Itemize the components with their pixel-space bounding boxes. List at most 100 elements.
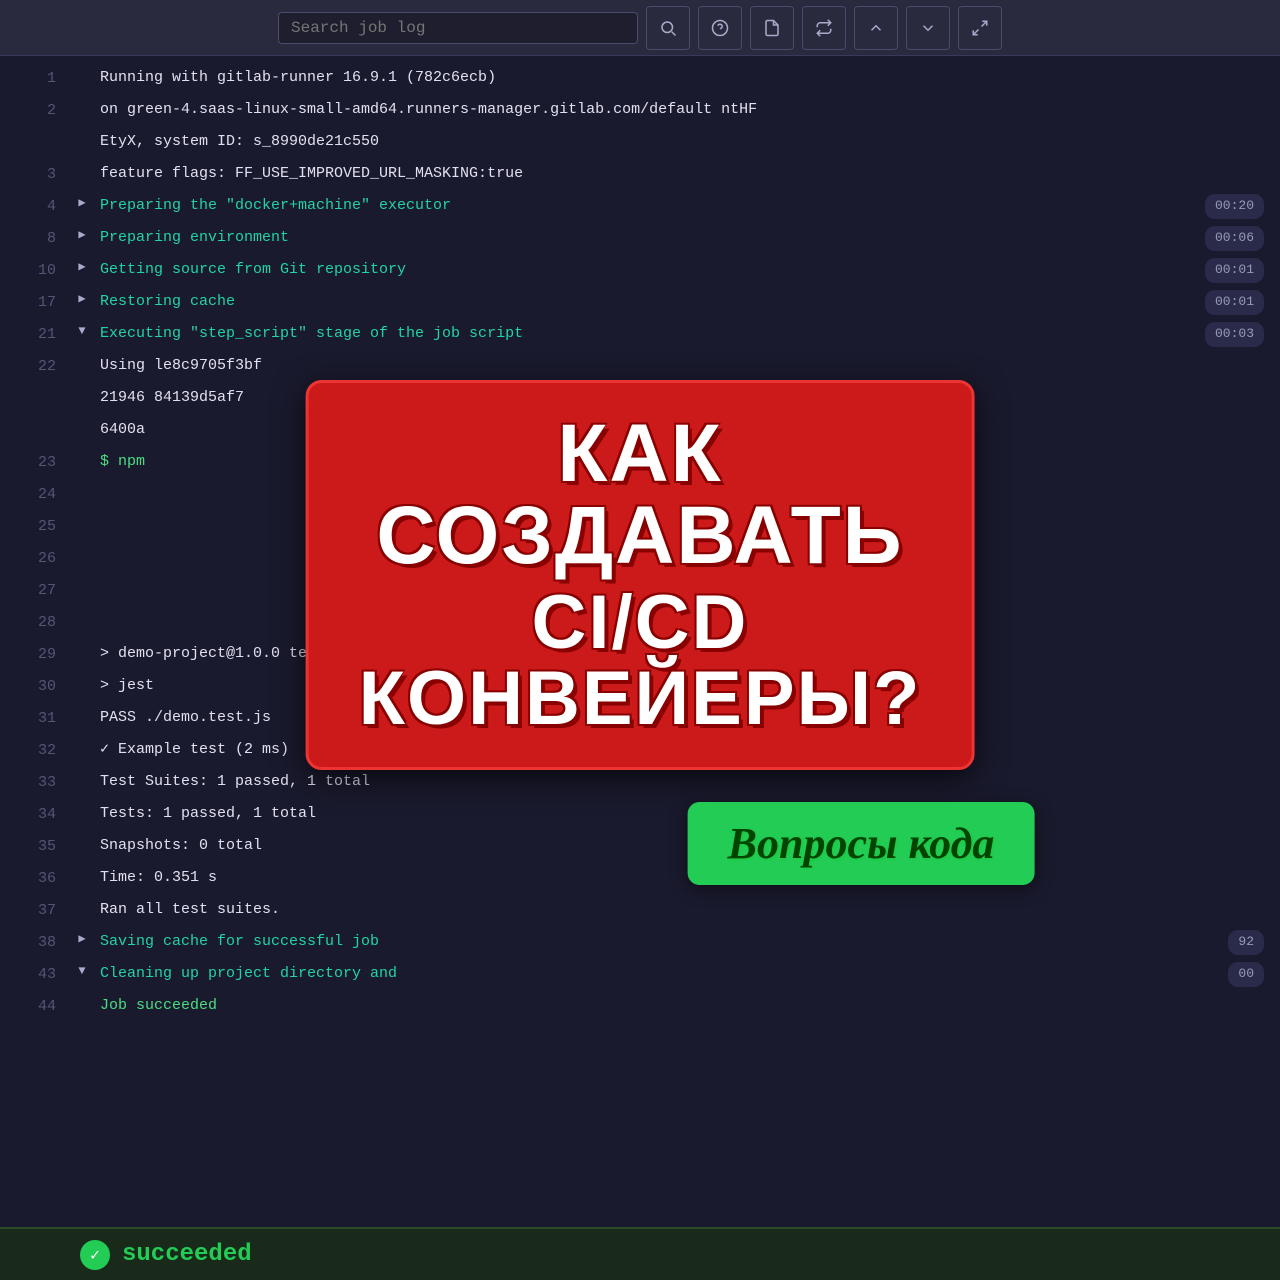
log-line: 8 ▶ Preparing environment 00:06 [0,224,1280,256]
line-number [16,418,56,419]
line-number: 32 [16,738,56,763]
log-line: EtyX, system ID: s_8990de21c550 [0,128,1280,160]
line-number: 29 [16,642,56,667]
search-button[interactable] [646,6,690,50]
log-content: Cleaning up project directory and [100,962,1228,986]
log-line: 21946 84139d5af7 [0,384,1280,416]
line-number: 25 [16,514,56,539]
line-number [16,130,56,131]
log-line: 26 [0,544,1280,576]
status-text: succeeded [122,1241,252,1268]
transfer-button[interactable] [802,6,846,50]
line-number: 8 [16,226,56,251]
line-number: 28 [16,610,56,635]
line-number: 37 [16,898,56,923]
duration-badge: 00 [1228,962,1264,987]
expand-icon[interactable]: ▶ [72,930,92,950]
log-line: 29 > demo-project@1.0.0 test [0,640,1280,672]
expand-icon[interactable]: ▶ [72,290,92,310]
scroll-down-button[interactable] [906,6,950,50]
document-button[interactable] [750,6,794,50]
status-bar: ✓ succeeded [0,1227,1280,1280]
line-number: 21 [16,322,56,347]
expand-icon[interactable]: ▼ [72,962,92,982]
line-number: 35 [16,834,56,859]
log-content: Test Suites: 1 passed, 1 total [100,770,1264,794]
duration-badge: 00:01 [1205,290,1264,315]
duration-badge: 00:01 [1205,258,1264,283]
line-number: 33 [16,770,56,795]
status-icon: ✓ [80,1240,110,1270]
log-content: Job succeeded [100,994,1264,1018]
line-number: 27 [16,578,56,603]
line-number: 3 [16,162,56,187]
log-content: PASS ./demo.test.js [100,706,1264,730]
log-line: 33 Test Suites: 1 passed, 1 total [0,768,1280,800]
duration-badge: 00:06 [1205,226,1264,251]
line-number: 1 [16,66,56,91]
log-line: 27 [0,576,1280,608]
line-number: 22 [16,354,56,379]
log-line: 30 > jest [0,672,1280,704]
log-line: 36 Time: 0.351 s [0,864,1280,896]
log-content: > jest [100,674,1264,698]
log-content: > demo-project@1.0.0 test [100,642,1264,666]
log-content: EtyX, system ID: s_8990de21c550 [100,130,1264,154]
search-input[interactable] [291,19,625,37]
expand-icon[interactable]: ▶ [72,258,92,278]
log-content: Preparing the "docker+machine" executor [100,194,1205,218]
log-content: Saving cache for successful job [100,930,1228,954]
log-line: 17 ▶ Restoring cache 00:01 [0,288,1280,320]
log-line: 38 ▶ Saving cache for successful job 92 [0,928,1280,960]
scroll-up-button[interactable] [854,6,898,50]
log-content: on green-4.saas-linux-small-amd64.runner… [100,98,1264,122]
log-line: 43 ▼ Cleaning up project directory and 0… [0,960,1280,992]
log-line: 28 [0,608,1280,640]
log-line: 4 ▶ Preparing the "docker+machine" execu… [0,192,1280,224]
line-number: 34 [16,802,56,827]
line-number: 24 [16,482,56,507]
log-line: 21 ▼ Executing "step_script" stage of th… [0,320,1280,352]
log-content: 6400a [100,418,1264,442]
log-content: $ npm [100,450,1264,474]
help-button[interactable] [698,6,742,50]
log-line: 25 [0,512,1280,544]
log-content: Ran all test suites. [100,898,1264,922]
log-line: 32 ✓ Example test (2 ms) [0,736,1280,768]
log-content: Time: 0.351 s [100,866,1264,890]
line-number: 38 [16,930,56,955]
log-content [100,514,1264,538]
line-number: 2 [16,98,56,123]
line-number [16,386,56,387]
log-content: Tests: 1 passed, 1 total [100,802,1264,826]
line-number: 10 [16,258,56,283]
line-number: 30 [16,674,56,699]
expand-icon[interactable]: ▶ [72,226,92,246]
line-number: 17 [16,290,56,315]
log-line: 31 PASS ./demo.test.js [0,704,1280,736]
log-line: 6400a [0,416,1280,448]
log-line: 3 feature flags: FF_USE_IMPROVED_URL_MAS… [0,160,1280,192]
search-box[interactable] [278,12,638,44]
log-content: Executing "step_script" stage of the job… [100,322,1205,346]
line-number: 31 [16,706,56,731]
duration-badge: 00:20 [1205,194,1264,219]
line-number: 26 [16,546,56,571]
log-line: 24 [0,480,1280,512]
log-line: 35 Snapshots: 0 total [0,832,1280,864]
duration-badge: 00:03 [1205,322,1264,347]
log-content: ✓ Example test (2 ms) [100,738,1264,762]
line-number: 43 [16,962,56,987]
expand-icon[interactable]: ▶ [72,194,92,214]
line-number: 44 [16,994,56,1019]
log-content [100,578,1264,602]
log-content: 21946 84139d5af7 [100,386,1264,410]
log-area: 1 Running with gitlab-runner 16.9.1 (782… [0,56,1280,1280]
duration-badge: 92 [1228,930,1264,955]
log-content [100,546,1264,570]
log-content [100,610,1264,634]
log-line: 44 Job succeeded [0,992,1280,1024]
expand-icon[interactable]: ▼ [72,322,92,342]
expand-button[interactable] [958,6,1002,50]
log-content: Restoring cache [100,290,1205,314]
